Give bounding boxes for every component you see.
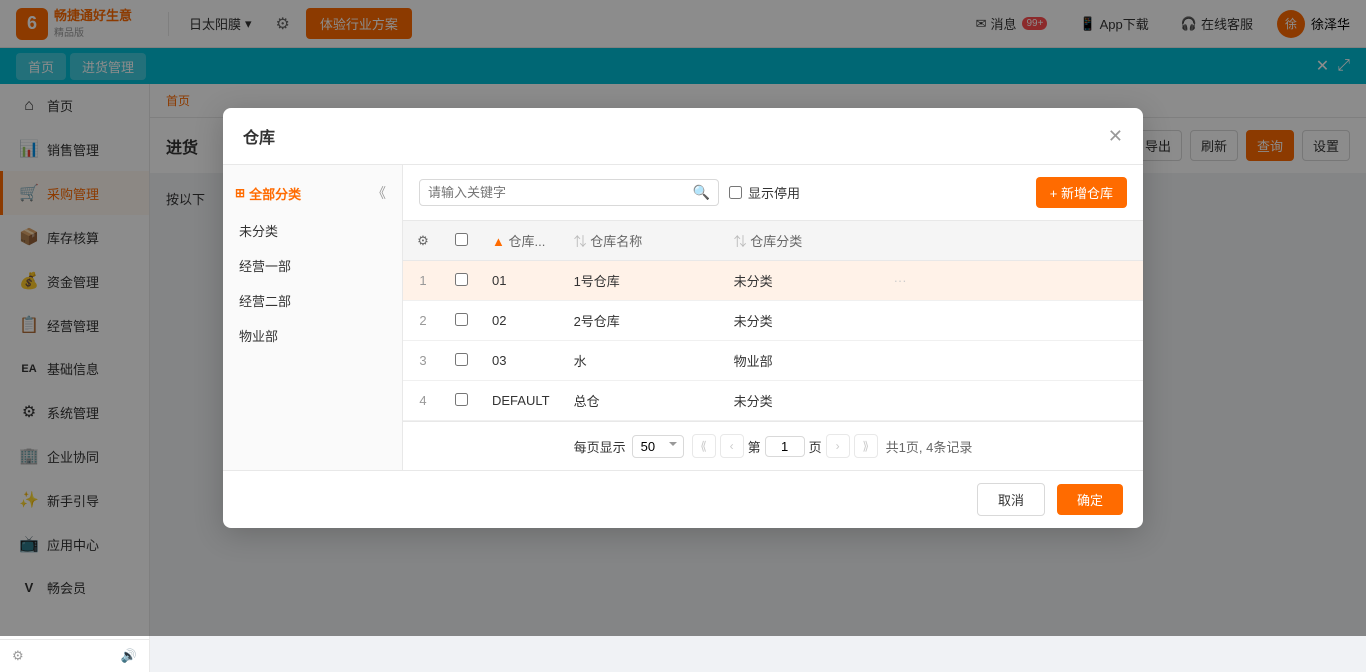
page-number-input[interactable] <box>765 436 805 457</box>
row-category: 未分类 <box>722 381 882 421</box>
modal-close-button[interactable]: ✕ <box>1108 127 1123 145</box>
row-checkbox[interactable] <box>455 273 468 286</box>
first-page-button[interactable]: ⟪ <box>692 434 716 458</box>
row-code: DEFAULT <box>480 381 562 421</box>
col-cat-sort-icon: ⇅ <box>734 234 747 249</box>
table-wrap: ⚙ ▲ 仓库... ⇅ 仓库名称 <box>403 221 1143 421</box>
row-checkbox[interactable] <box>455 353 468 366</box>
col-header-check <box>443 221 480 261</box>
speaker-icon[interactable]: 🔊 <box>121 648 137 664</box>
modal-footer: 取消 确定 <box>223 470 1143 528</box>
col-header-code: ▲ 仓库... <box>480 221 562 261</box>
row-name: 水 <box>562 341 722 381</box>
col-gear-icon[interactable]: ⚙ <box>417 233 429 248</box>
per-page-label: 每页显示 <box>574 437 626 456</box>
add-warehouse-button[interactable]: + 新增仓库 <box>1036 177 1127 208</box>
row-name: 1号仓库 <box>562 261 722 301</box>
sidebar-category-ops1[interactable]: 经营一部 <box>223 248 402 283</box>
row-name: 2号仓库 <box>562 301 722 341</box>
row-check-cell <box>443 341 480 381</box>
col-header-category: ⇅ 仓库分类 <box>722 221 882 261</box>
modal-sidebar-title-text: 全部分类 <box>249 184 301 203</box>
total-info: 共1页, 4条记录 <box>886 437 973 456</box>
search-input[interactable] <box>428 185 687 200</box>
row-name: 总仓 <box>562 381 722 421</box>
warehouse-modal: 仓库 ✕ ⊞ 全部分类 《 未分类 经营一部 经营二部 物业部 <box>223 108 1143 528</box>
row-category: 未分类 <box>722 301 882 341</box>
row-num: 3 <box>403 341 443 381</box>
more-icon[interactable]: ··· <box>894 273 907 288</box>
col-header-actions <box>882 221 1143 261</box>
modal-sidebar-title: ⊞ 全部分类 <box>235 184 301 203</box>
table-row: 1 01 1号仓库 未分类 ··· <box>403 261 1143 301</box>
warehouse-table: ⚙ ▲ 仓库... ⇅ 仓库名称 <box>403 221 1143 421</box>
per-page-select[interactable]: 50 20 100 <box>632 435 684 458</box>
show-disabled-label: 显示停用 <box>748 183 800 202</box>
table-row: 3 03 水 物业部 <box>403 341 1143 381</box>
page-nav: ⟪ ‹ 第 页 › ⟫ <box>692 434 878 458</box>
page-label: 第 <box>748 437 761 456</box>
settings-icon[interactable]: ⚙ <box>12 648 24 664</box>
row-check-cell <box>443 381 480 421</box>
modal-title: 仓库 <box>243 124 275 148</box>
pagination: 每页显示 50 20 100 ⟪ ‹ 第 页 › ⟫ 共1页, 4条记录 <box>403 421 1143 470</box>
confirm-button[interactable]: 确定 <box>1057 484 1123 515</box>
search-input-wrap[interactable]: 🔍 <box>419 179 719 206</box>
collapse-icon[interactable]: 《 <box>368 181 390 205</box>
col-name-sort-icon: ⇅ <box>574 234 587 249</box>
cancel-button[interactable]: 取消 <box>977 483 1045 516</box>
row-checkbox[interactable] <box>455 313 468 326</box>
last-page-button[interactable]: ⟫ <box>854 434 878 458</box>
grid-icon: ⊞ <box>235 186 245 200</box>
row-num: 4 <box>403 381 443 421</box>
table-row: 4 DEFAULT 总仓 未分类 <box>403 381 1143 421</box>
per-page: 每页显示 50 20 100 <box>574 435 684 458</box>
col-code-label: 仓库... <box>509 234 546 249</box>
modal-sidebar: ⊞ 全部分类 《 未分类 经营一部 经营二部 物业部 <box>223 165 403 470</box>
next-page-button[interactable]: › <box>826 434 850 458</box>
modal-toolbar: 🔍 显示停用 + 新增仓库 <box>403 165 1143 221</box>
modal-body: ⊞ 全部分类 《 未分类 经营一部 经营二部 物业部 🔍 显示停用 <box>223 165 1143 470</box>
sidebar-category-unclassified[interactable]: 未分类 <box>223 213 402 248</box>
modal-sidebar-header: ⊞ 全部分类 《 <box>223 177 402 213</box>
select-all-checkbox[interactable] <box>455 233 468 246</box>
modal-header: 仓库 ✕ <box>223 108 1143 165</box>
row-more: ··· <box>882 261 1143 301</box>
table-row: 2 02 2号仓库 未分类 <box>403 301 1143 341</box>
sidebar-category-property[interactable]: 物业部 <box>223 318 402 353</box>
row-more <box>882 341 1143 381</box>
sidebar-bottom: ⚙ 🔊 <box>0 639 149 672</box>
show-disabled-check[interactable] <box>729 186 742 199</box>
col-header-name: ⇅ 仓库名称 <box>562 221 722 261</box>
prev-page-button[interactable]: ‹ <box>720 434 744 458</box>
row-category: 未分类 <box>722 261 882 301</box>
row-code: 02 <box>480 301 562 341</box>
row-code: 01 <box>480 261 562 301</box>
col-header-gear: ⚙ <box>403 221 443 261</box>
row-check-cell <box>443 261 480 301</box>
row-category: 物业部 <box>722 341 882 381</box>
row-checkbox[interactable] <box>455 393 468 406</box>
row-num: 2 <box>403 301 443 341</box>
sidebar-category-ops2[interactable]: 经营二部 <box>223 283 402 318</box>
sort-icon: ▲ <box>492 234 505 249</box>
row-more <box>882 381 1143 421</box>
row-check-cell <box>443 301 480 341</box>
search-icon[interactable]: 🔍 <box>693 184 710 201</box>
show-disabled-checkbox[interactable]: 显示停用 <box>729 183 800 202</box>
modal-main: 🔍 显示停用 + 新增仓库 ⚙ <box>403 165 1143 470</box>
row-num: 1 <box>403 261 443 301</box>
row-more <box>882 301 1143 341</box>
page-unit: 页 <box>809 437 822 456</box>
row-code: 03 <box>480 341 562 381</box>
